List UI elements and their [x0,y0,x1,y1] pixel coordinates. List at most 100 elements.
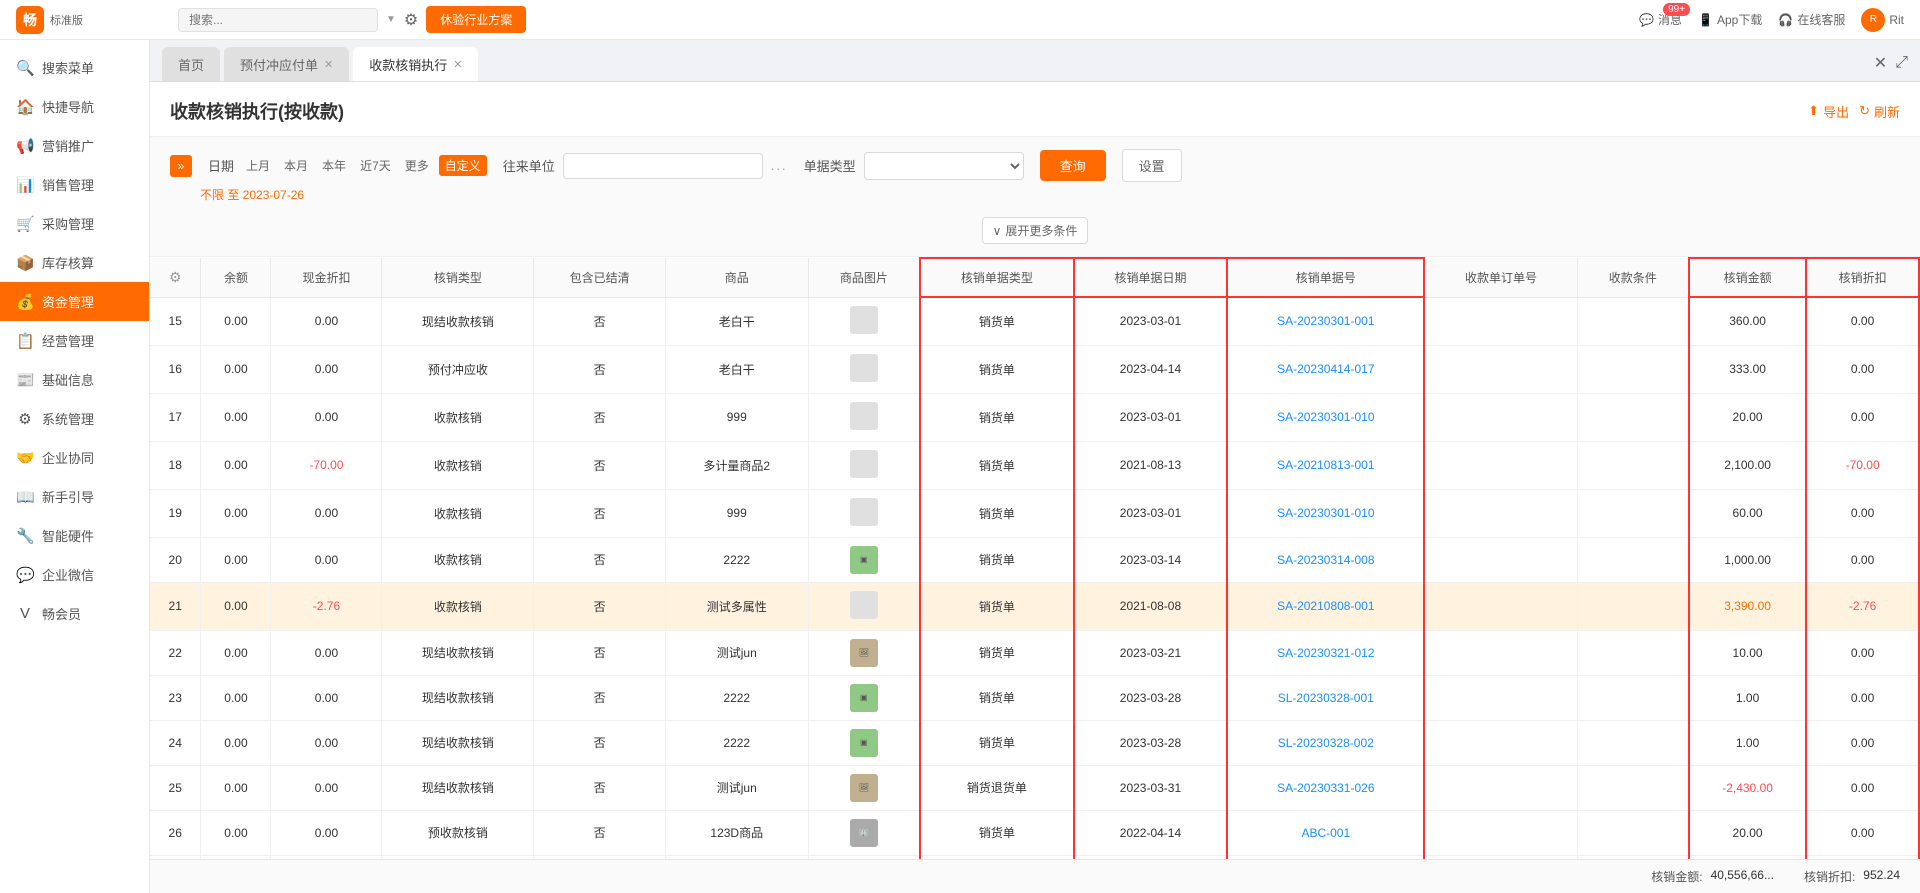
td-balance: 0.00 [201,489,271,537]
td-verify-bill-date: 2023-03-01 [1074,489,1228,537]
sidebar-item-marketing[interactable]: 📢 营销推广 [0,126,149,165]
sidebar-label-member: 畅会员 [42,604,81,623]
export-button[interactable]: ⬆ 导出 [1808,102,1849,121]
td-verify-bill-no[interactable]: SA-20230301-010 [1227,393,1424,441]
bill-no-link[interactable]: SA-20230301-001 [1277,314,1374,328]
dropdown-arrow-icon: ▼ [386,14,396,25]
bill-no-link[interactable]: SA-20230414-017 [1277,362,1374,376]
td-receipt-order-no [1424,393,1577,441]
bill-no-link[interactable]: SL-20230328-001 [1278,691,1374,705]
col-settings-icon[interactable]: ⚙ [169,269,182,285]
td-verify-type: 收款核销 [382,393,534,441]
industry-button[interactable]: 休验行业方案 [426,6,526,33]
sidebar-item-operations[interactable]: 📋 经营管理 [0,321,149,360]
td-id: 15 [150,297,201,345]
td-verify-bill-no[interactable]: SA-20210813-001 [1227,441,1424,489]
bill-type-select[interactable] [864,152,1024,180]
bill-no-link[interactable]: SA-20230331-026 [1277,781,1374,795]
td-verify-bill-no[interactable]: SA-20210808-001 [1227,582,1424,630]
td-verify-discount: 0.00 [1806,393,1919,441]
sidebar-item-wechat[interactable]: 💬 企业微信 [0,555,149,594]
sidebar-item-system[interactable]: ⚙ 系统管理 [0,399,149,438]
th-settings[interactable]: ⚙ [150,258,201,297]
td-verify-amount: 20.00 [1689,393,1806,441]
td-verify-discount: 0.00 [1806,345,1919,393]
sidebar-item-inventory[interactable]: 📦 库存核算 [0,243,149,282]
sidebar-item-search[interactable]: 🔍 搜索菜单 [0,48,149,87]
td-verify-bill-no[interactable]: SA-20230314-008 [1227,537,1424,582]
table-row: 25 0.00 0.00 现结收款核销 否 测试jun 🖼 销货退货单 2023… [150,765,1919,810]
sidebar-item-member[interactable]: V 畅会员 [0,594,149,633]
sidebar-label-marketing: 营销推广 [42,136,94,155]
refresh-button[interactable]: ↻ 刷新 [1859,102,1900,121]
td-verify-bill-no[interactable]: SA-20230414-017 [1227,345,1424,393]
filter-settings-button[interactable]: 设置 [1122,149,1182,182]
tab-verify-close[interactable]: ✕ [453,58,462,71]
td-include-settled: 否 [534,582,665,630]
date-option-last-month[interactable]: 上月 [242,155,274,176]
tab-verify[interactable]: 收款核销执行 ✕ [353,47,478,81]
tab-home[interactable]: 首页 [162,47,220,81]
partner-dots[interactable]: ... [771,158,788,173]
expand-button[interactable]: ∨ 展开更多条件 [982,217,1089,244]
sidebar-item-finance[interactable]: 💰 资金管理 [0,282,149,321]
th-verify-bill-no: 核销单据号 [1227,258,1424,297]
user-profile[interactable]: R Rit [1861,8,1904,32]
td-balance: 0.00 [201,765,271,810]
messages-button[interactable]: 💬 消息 99+ [1639,11,1682,28]
tab-prepay[interactable]: 预付冲应付单 ✕ [224,47,349,81]
td-verify-bill-date: 2023-03-21 [1074,630,1228,675]
bill-no-link[interactable]: SA-20210808-001 [1277,599,1374,613]
td-goods: 老白干 [665,345,808,393]
bill-no-link[interactable]: SA-20230301-010 [1277,410,1374,424]
td-verify-bill-no[interactable]: SA-20230301-001 [1227,297,1424,345]
close-tab-button[interactable]: ✕ [1874,53,1887,73]
td-verify-bill-no[interactable]: SA-20230331-026 [1227,765,1424,810]
td-verify-bill-type: 销货单 [920,489,1074,537]
sidebar-item-quicknav[interactable]: 🏠 快捷导航 [0,87,149,126]
date-option-this-year[interactable]: 本年 [318,155,350,176]
date-range-text: 不限 至 2023-07-26 [200,188,304,202]
settings-icon[interactable]: ⚙ [404,10,418,30]
td-goods-img: 🖼 [808,765,920,810]
app-download-button[interactable]: 📱 App下载 [1698,11,1762,28]
online-support-button[interactable]: 🎧 在线客服 [1778,11,1845,28]
td-balance: 0.00 [201,582,271,630]
bill-no-link[interactable]: SA-20210813-001 [1277,458,1374,472]
date-option-7days[interactable]: 近7天 [356,155,395,176]
search-input[interactable] [178,8,378,32]
td-include-settled: 否 [534,489,665,537]
table-container[interactable]: ⚙ 余额 现金折扣 核销类型 包含已结清 商品 商品图片 核销单据类型 核销单据… [150,257,1920,859]
bill-no-link[interactable]: SA-20230321-012 [1277,646,1374,660]
maximize-button[interactable]: ⤢ [1895,53,1908,73]
table-row: 15 0.00 0.00 现结收款核销 否 老白干 销货单 2023-03-01… [150,297,1919,345]
sidebar-item-guide[interactable]: 📖 新手引导 [0,477,149,516]
date-option-custom[interactable]: 自定义 [439,155,487,176]
sidebar-item-smarthw[interactable]: 🔧 智能硬件 [0,516,149,555]
date-option-more[interactable]: 更多 [401,155,433,176]
tab-prepay-close[interactable]: ✕ [324,58,333,71]
sidebar-item-basicinfo[interactable]: 📰 基础信息 [0,360,149,399]
partner-input[interactable] [563,153,763,179]
sidebar-item-sales[interactable]: 📊 销售管理 [0,165,149,204]
bill-no-link[interactable]: SA-20230314-008 [1277,553,1374,567]
bill-no-link[interactable]: SA-20230301-010 [1277,506,1374,520]
bill-no-link[interactable]: ABC-001 [1301,826,1350,840]
handshake-icon: 🤝 [16,449,34,467]
filter-toggle-button[interactable]: » [170,155,192,177]
td-verify-bill-no[interactable]: SA-20230321-012 [1227,630,1424,675]
query-button[interactable]: 查询 [1040,150,1106,181]
sidebar-item-purchase[interactable]: 🛒 采购管理 [0,204,149,243]
td-goods: 999 [665,393,808,441]
td-receipt-order-no [1424,582,1577,630]
table-row: 21 0.00 -2.76 收款核销 否 测试多属性 销货单 2021-08-0… [150,582,1919,630]
sidebar-item-cooperation[interactable]: 🤝 企业协同 [0,438,149,477]
td-receipt-order-no [1424,810,1577,855]
bill-no-link[interactable]: SL-20230328-002 [1278,736,1374,750]
date-option-this-month[interactable]: 本月 [280,155,312,176]
td-verify-bill-no[interactable]: ABC-001 [1227,810,1424,855]
td-verify-bill-type: 销货单 [920,297,1074,345]
td-verify-bill-no[interactable]: SL-20230328-001 [1227,675,1424,720]
td-verify-bill-no[interactable]: SL-20230328-002 [1227,720,1424,765]
td-verify-bill-no[interactable]: SA-20230301-010 [1227,489,1424,537]
